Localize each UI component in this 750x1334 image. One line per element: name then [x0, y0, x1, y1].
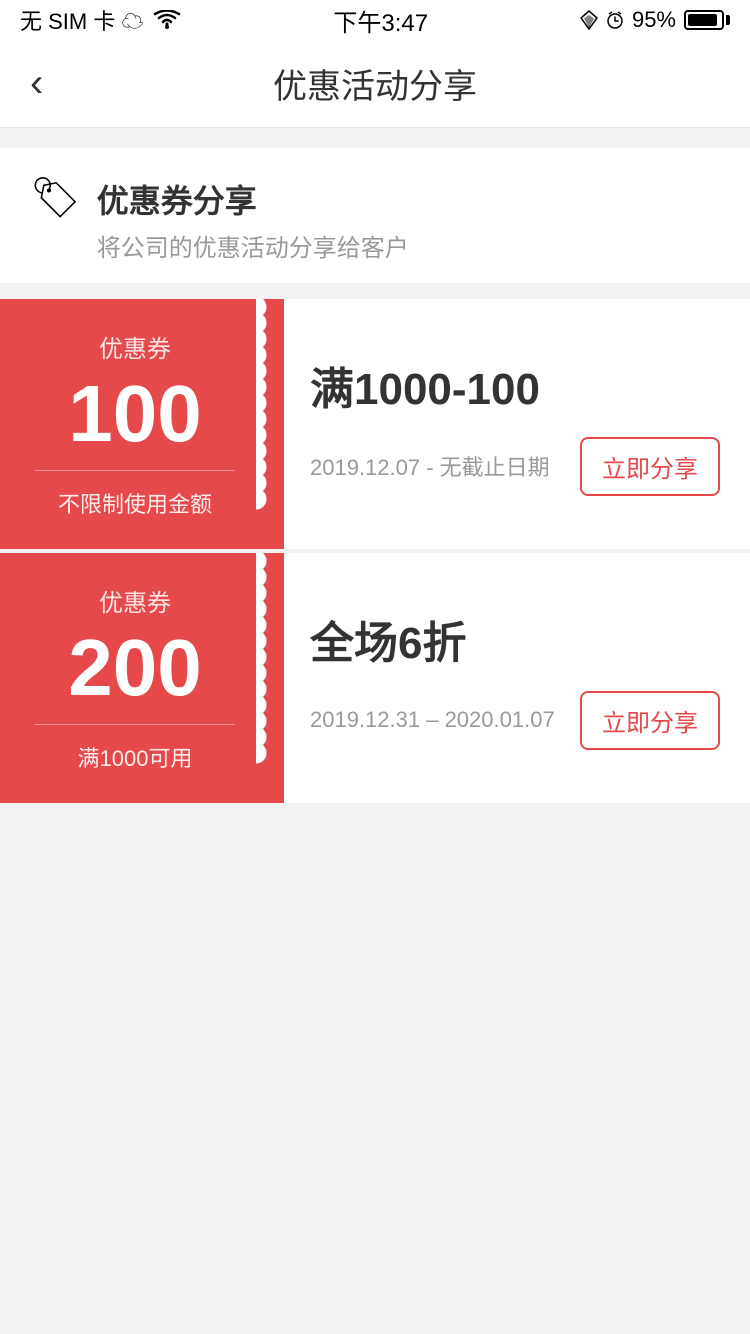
status-time: 下午3:47 [333, 3, 428, 38]
page-title: 优惠活动分享 [273, 59, 477, 108]
section-subtitle: 将公司的优惠活动分享给客户 [97, 228, 409, 263]
section-text: 优惠券分享 将公司的优惠活动分享给客户 [97, 176, 409, 263]
coupon-right-1: 全场6折 2019.12.31 – 2020.01.07 立即分享 [270, 553, 750, 803]
wifi-icon [153, 10, 181, 30]
coupon-label-1: 优惠券 [99, 583, 171, 618]
coupon-card: 优惠券 200 满1000可用 全场6折 2019.12.31 – 2020.0… [0, 553, 750, 803]
coupon-amount-0: 100 [68, 374, 201, 454]
section-header: 🏷 优惠券分享 将公司的优惠活动分享给客户 [0, 148, 750, 283]
coupon-icon: 🏷 [30, 178, 81, 218]
coupon-date-1: 2019.12.31 – 2020.01.07 [310, 707, 555, 733]
battery-indicator [684, 10, 730, 30]
status-right: 95% [580, 7, 730, 33]
section-title: 优惠券分享 [97, 176, 409, 222]
coupon-divider-1 [35, 724, 235, 725]
nav-bar: ‹ 优惠活动分享 [0, 40, 750, 128]
location-icon [580, 10, 598, 30]
coupon-label-0: 优惠券 [99, 329, 171, 364]
coupon-list: 优惠券 100 不限制使用金额 满1000-100 2019.12.07 - 无… [0, 299, 750, 805]
coupon-condition-0: 不限制使用金额 [58, 487, 212, 519]
status-bar: 无 SIM 卡 ☁ 下午3:47 95% [0, 0, 750, 40]
back-button[interactable]: ‹ [30, 61, 43, 106]
coupon-amount-1: 200 [68, 628, 201, 708]
no-sim-text: 无 SIM 卡 ☁ [20, 4, 143, 36]
battery-percentage: 95% [632, 7, 676, 33]
coupon-left-1: 优惠券 200 满1000可用 [0, 553, 270, 803]
coupon-divider-0 [35, 470, 235, 471]
coupon-condition-1: 满1000可用 [78, 741, 193, 773]
coupon-date-0: 2019.12.07 - 无截止日期 [310, 450, 550, 482]
status-left: 无 SIM 卡 ☁ [20, 4, 181, 36]
coupon-left-0: 优惠券 100 不限制使用金额 [0, 299, 270, 549]
alarm-icon [606, 10, 624, 30]
coupon-card: 优惠券 100 不限制使用金额 满1000-100 2019.12.07 - 无… [0, 299, 750, 549]
coupon-title-1: 全场6折 [310, 607, 720, 671]
share-button-0[interactable]: 立即分享 [580, 437, 720, 496]
coupon-right-0: 满1000-100 2019.12.07 - 无截止日期 立即分享 [270, 299, 750, 549]
share-button-1[interactable]: 立即分享 [580, 691, 720, 750]
coupon-footer-1: 2019.12.31 – 2020.01.07 立即分享 [310, 691, 720, 750]
coupon-title-0: 满1000-100 [310, 353, 720, 417]
coupon-footer-0: 2019.12.07 - 无截止日期 立即分享 [310, 437, 720, 496]
